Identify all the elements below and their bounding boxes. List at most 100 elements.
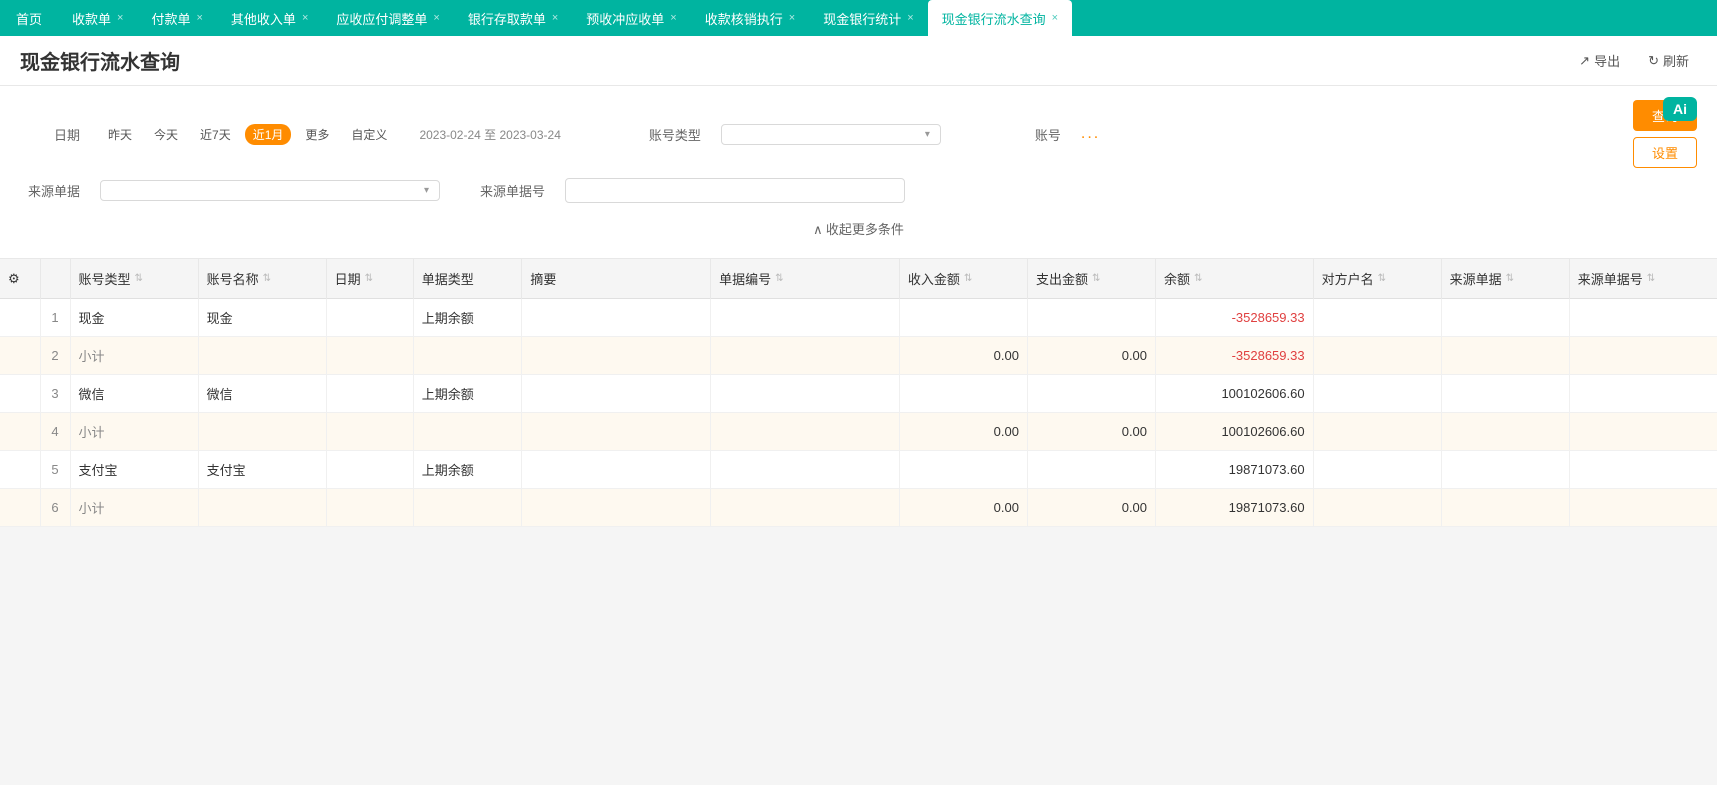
close-icon[interactable]: × (196, 12, 202, 24)
row-expense (1027, 299, 1155, 337)
row-summary (522, 337, 711, 375)
date-option-btn[interactable]: 自定义 (343, 124, 395, 145)
close-icon[interactable]: × (907, 12, 913, 24)
row-source-doc (1441, 489, 1569, 527)
row-date (326, 299, 413, 337)
row-source-doc (1441, 299, 1569, 337)
nav-tab-label: 收款单 (72, 9, 111, 28)
refresh-button[interactable]: ↻ 刷新 (1640, 47, 1697, 74)
nav-tab[interactable]: 付款单 × (137, 0, 216, 36)
nav-tab[interactable]: 现金银行流水查询× (928, 0, 1072, 36)
row-doc-no (711, 489, 900, 527)
row-source-doc (1441, 451, 1569, 489)
nav-tab-label: 应收应付调整单 (336, 9, 427, 28)
row-income: 0.00 (899, 413, 1027, 451)
column-source_doc_no[interactable]: 来源单据号⇅ (1569, 259, 1717, 299)
row-income: 0.00 (899, 489, 1027, 527)
row-counterpart (1313, 337, 1441, 375)
column-doc_no[interactable]: 单据编号⇅ (711, 259, 900, 299)
date-label: 日期 (20, 125, 80, 144)
source-doc-no-input[interactable] (565, 178, 905, 203)
column-gear[interactable]: ⚙ (0, 259, 40, 299)
column-account_type[interactable]: 账号类型⇅ (70, 259, 198, 299)
row-account-type: 小计 (70, 413, 198, 451)
refresh-icon: ↻ (1648, 53, 1659, 69)
row-source-doc (1441, 413, 1569, 451)
settings-button[interactable]: 设置 (1633, 137, 1697, 168)
row-income (899, 299, 1027, 337)
column-balance[interactable]: 余额 ⇅ (1156, 259, 1314, 299)
close-icon[interactable]: × (670, 12, 676, 24)
row-doc-no (711, 375, 900, 413)
table-container: ⚙账号类型⇅账号名称⇅日期⇅单据类型摘要单据编号⇅收入金额⇅支出金额⇅余额⇅对方… (0, 259, 1717, 527)
export-label: 导出 (1594, 51, 1620, 70)
close-icon[interactable]: × (789, 12, 795, 24)
export-button[interactable]: ↗ 导出 (1571, 47, 1628, 74)
top-nav: 首页 收款单×付款单×其他收入单×应收应付调整单×银行存取款单×预收冲应收单×收… (0, 0, 1717, 36)
row-gear (0, 413, 40, 451)
nav-tab[interactable]: 应收应付调整单 × (322, 0, 453, 36)
date-range: 2023-02-24 至 2023-03-24 (419, 126, 560, 143)
nav-tabs: 收款单×付款单×其他收入单×应收应付调整单×银行存取款单×预收冲应收单×收款核销… (58, 0, 1072, 36)
nav-tab[interactable]: 其他收入单 × (217, 0, 322, 36)
nav-tab[interactable]: 银行存取款单 × (454, 0, 572, 36)
row-balance: 100102606.60 (1156, 413, 1314, 451)
refresh-label: 刷新 (1663, 51, 1689, 70)
row-counterpart (1313, 375, 1441, 413)
row-gear (0, 299, 40, 337)
date-option-btn[interactable]: 昨天 (100, 124, 140, 145)
column-date[interactable]: 日期 ⇅ (326, 259, 413, 299)
close-icon[interactable]: × (302, 12, 308, 24)
nav-tab[interactable]: 预收冲应收单× (572, 0, 690, 36)
row-source-doc-no (1569, 489, 1717, 527)
row-expense (1027, 451, 1155, 489)
row-gear (0, 451, 40, 489)
column-source_doc[interactable]: 来源单据⇅ (1441, 259, 1569, 299)
gear-icon[interactable]: ⚙ (8, 271, 20, 286)
source-doc-select[interactable]: ▾ (100, 180, 440, 201)
row-balance: 100102606.60 (1156, 375, 1314, 413)
column-income[interactable]: 收入金额⇅ (899, 259, 1027, 299)
nav-tab-label: 其他收入单 (231, 9, 296, 28)
source-doc-arrow-icon: ▾ (424, 185, 429, 196)
nav-tab-label: 银行存取款单 (468, 9, 546, 28)
column-label: 账号类型 (79, 269, 131, 288)
date-option-btn[interactable]: 今天 (146, 124, 186, 145)
nav-tab[interactable]: 现金银行统计× (809, 0, 927, 36)
header-actions: ↗ 导出 ↻ 刷新 (1571, 47, 1697, 74)
row-gear (0, 375, 40, 413)
column-expense[interactable]: 支出金额⇅ (1027, 259, 1155, 299)
collapse-label: 收起更多条件 (826, 222, 904, 237)
close-icon[interactable]: × (117, 12, 123, 24)
nav-tab-label: 收款核销执行 (705, 9, 783, 28)
account-type-select[interactable]: ▾ (721, 124, 941, 145)
sort-icon: ⇅ (365, 273, 373, 284)
nav-tab[interactable]: 收款核销执行 × (691, 0, 809, 36)
close-icon[interactable]: × (552, 12, 558, 24)
sort-icon: ⇅ (1194, 273, 1202, 284)
nav-home[interactable]: 首页 (0, 0, 58, 36)
date-option-btn[interactable]: 近1月 (245, 124, 292, 145)
column-account_name[interactable]: 账号名称⇅ (198, 259, 326, 299)
row-counterpart (1313, 451, 1441, 489)
column-label: 余额 (1164, 269, 1190, 288)
column-label: 日期 (335, 269, 361, 288)
nav-tab[interactable]: 收款单 × (58, 0, 137, 36)
column-counterpart[interactable]: 对方户名⇅ (1313, 259, 1441, 299)
close-icon[interactable]: × (1052, 12, 1058, 24)
column-doc_type: 单据类型 (413, 259, 522, 299)
row-balance: -3528659.33 (1156, 337, 1314, 375)
row-account-type: 支付宝 (70, 451, 198, 489)
nav-tab-label: 付款单 (151, 9, 190, 28)
date-option-btn[interactable]: 更多 (297, 124, 337, 145)
row-income: 0.00 (899, 337, 1027, 375)
row-doc-no (711, 413, 900, 451)
account-more-btn[interactable]: ... (1081, 125, 1100, 143)
row-expense: 0.00 (1027, 413, 1155, 451)
row-account-name: 微信 (198, 375, 326, 413)
close-icon[interactable]: × (433, 12, 439, 24)
table-header-row: ⚙账号类型⇅账号名称⇅日期⇅单据类型摘要单据编号⇅收入金额⇅支出金额⇅余额⇅对方… (0, 259, 1717, 299)
date-option-btn[interactable]: 近7天 (192, 124, 239, 145)
collapse-bar[interactable]: ∧ 收起更多条件 (20, 213, 1697, 244)
row-date (326, 375, 413, 413)
